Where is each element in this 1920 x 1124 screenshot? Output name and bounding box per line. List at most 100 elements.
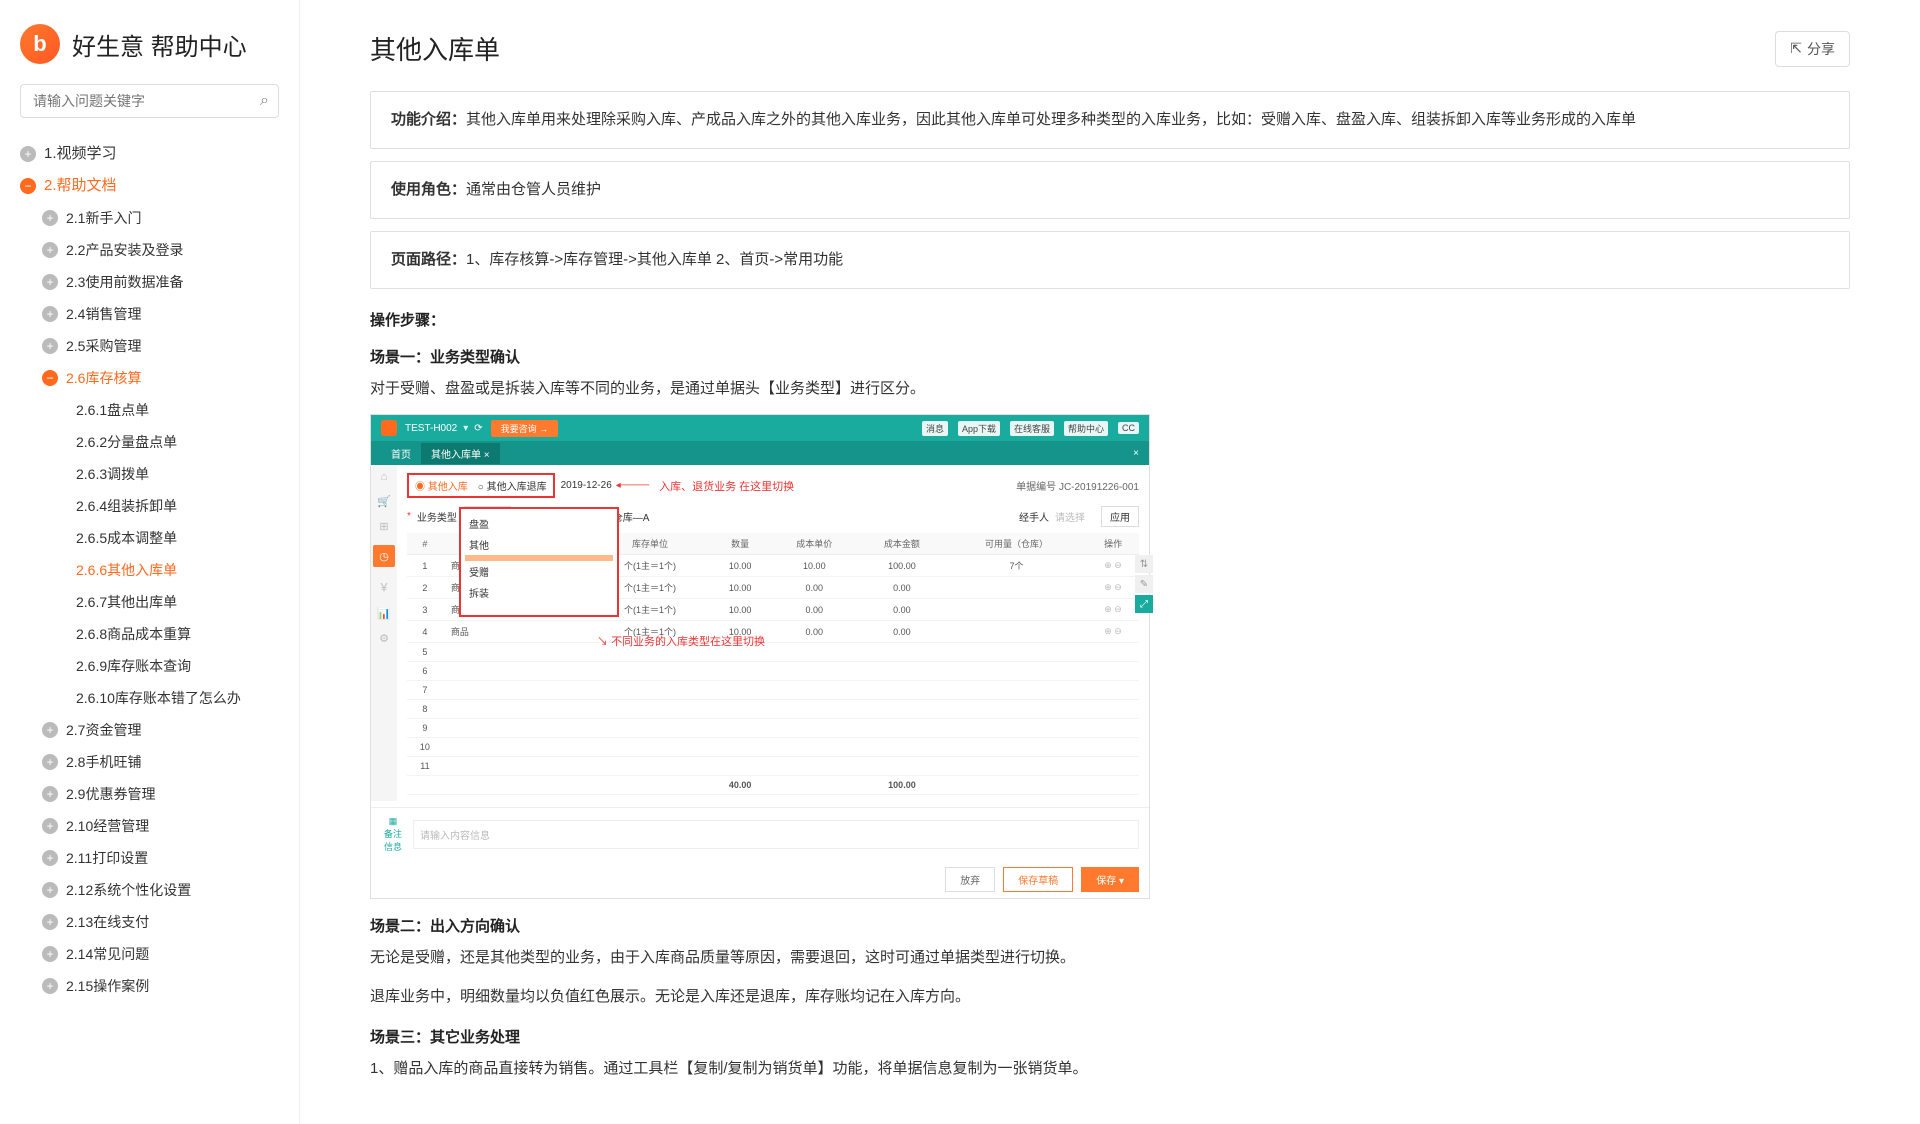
plus-icon: + bbox=[42, 210, 58, 226]
nav-item[interactable]: +2.13在线支付 bbox=[20, 906, 279, 938]
ss-consult-button: 我要咨询 → bbox=[491, 420, 559, 437]
intro-text: 其他入库单用来处理除采购入库、产成品入库之外的其他入库业务，因此其他入库单可处理… bbox=[466, 111, 1636, 128]
nav-item[interactable]: +2.5采购管理 bbox=[20, 330, 279, 362]
logo-icon: b bbox=[20, 24, 60, 64]
ss-person-value: 请选择 bbox=[1055, 509, 1085, 524]
main-content: 其他入库单 ⇱ 分享 功能介绍：其他入库单用来处理除采购入库、产成品入库之外的其… bbox=[300, 0, 1920, 1124]
nav-item[interactable]: +1.视频学习 bbox=[20, 138, 279, 170]
nav-item[interactable]: 2.6.4组装拆卸单 bbox=[20, 490, 279, 522]
nav-item[interactable]: +2.14常见问题 bbox=[20, 938, 279, 970]
nav-label: 2.6.7其他出库单 bbox=[76, 586, 177, 618]
ss-draft-button: 保存草稿 bbox=[1003, 867, 1073, 892]
plus-icon: + bbox=[42, 946, 58, 962]
home-icon: ⌂ bbox=[381, 471, 388, 483]
plus-icon: + bbox=[42, 274, 58, 290]
ss-support: 在线客服 bbox=[1010, 421, 1054, 436]
nav-item[interactable]: −2.6库存核算 bbox=[20, 362, 279, 394]
scene1-title: 场景一：业务类型确认 bbox=[370, 346, 1850, 367]
ss-filter-label: 业务类型 bbox=[417, 509, 457, 524]
nav-item[interactable]: 2.6.9库存账本查询 bbox=[20, 650, 279, 682]
search-box: ⌕ bbox=[20, 84, 279, 118]
ss-note2: 不同业务的入库类型在这里切换 bbox=[611, 636, 765, 648]
ss-left-nav: ⌂ 🛒 ⊞ ◷ ￥ 📊 ⚙ bbox=[371, 465, 397, 801]
steps-label: 操作步骤： bbox=[370, 309, 1850, 330]
nav-item[interactable]: +2.8手机旺铺 bbox=[20, 746, 279, 778]
nav-item[interactable]: 2.6.6其他入库单 bbox=[20, 554, 279, 586]
brand-text: 好生意 帮助中心 bbox=[72, 27, 247, 62]
nav-item[interactable]: +2.10经营管理 bbox=[20, 810, 279, 842]
nav-item[interactable]: 2.6.1盘点单 bbox=[20, 394, 279, 426]
intro-box: 功能介绍：其他入库单用来处理除采购入库、产成品入库之外的其他入库业务，因此其他入… bbox=[370, 91, 1850, 149]
nav-item[interactable]: +2.7资金管理 bbox=[20, 714, 279, 746]
nav-item[interactable]: +2.1新手入门 bbox=[20, 202, 279, 234]
minus-icon: − bbox=[42, 370, 58, 386]
nav-item[interactable]: +2.4销售管理 bbox=[20, 298, 279, 330]
dd-opt-4: 拆装 bbox=[465, 582, 613, 603]
refresh-icon: ⟳ bbox=[474, 423, 482, 434]
nav-label: 2.6.8商品成本重算 bbox=[76, 618, 191, 650]
nav-item[interactable]: 2.6.3调拨单 bbox=[20, 458, 279, 490]
path-label: 页面路径： bbox=[391, 251, 466, 268]
dd-opt-1: 其他 bbox=[465, 534, 613, 555]
nav-tree: +1.视频学习−2.帮助文档+2.1新手入门+2.2产品安装及登录+2.3使用前… bbox=[20, 138, 279, 1002]
nav-label: 2.15操作案例 bbox=[66, 970, 149, 1002]
nav-label: 2.6.2分量盘点单 bbox=[76, 426, 177, 458]
radio-in-icon: ◉ 其他入库 bbox=[415, 478, 468, 493]
ss-user: CC bbox=[1118, 422, 1139, 434]
ss-help: 帮助中心 bbox=[1064, 421, 1108, 436]
close-icon: × bbox=[1133, 448, 1139, 459]
chart-icon: 📊 bbox=[377, 607, 391, 620]
dropdown-icon: ▾ bbox=[463, 423, 468, 434]
plus-icon: + bbox=[42, 978, 58, 994]
role-text: 通常由仓管人员维护 bbox=[466, 181, 601, 198]
scene3-text: 1、赠品入库的商品直接转为销售。通过工具栏【复制/复制为销货单】功能，将单据信息… bbox=[370, 1055, 1850, 1082]
search-icon[interactable]: ⌕ bbox=[260, 92, 269, 110]
ss-msg: 消息 bbox=[922, 421, 948, 436]
money-icon: ￥ bbox=[379, 579, 390, 595]
nav-item[interactable]: 2.6.7其他出库单 bbox=[20, 586, 279, 618]
nav-label: 2.4销售管理 bbox=[66, 298, 141, 330]
intro-label: 功能介绍： bbox=[391, 111, 466, 128]
ss-app: App下载 bbox=[958, 421, 1000, 436]
nav-item[interactable]: −2.帮助文档 bbox=[20, 170, 279, 202]
nav-label: 2.6.9库存账本查询 bbox=[76, 650, 191, 682]
path-text: 1、库存核算->库存管理->其他入库单 2、首页->常用功能 bbox=[466, 251, 843, 268]
plus-icon: + bbox=[42, 722, 58, 738]
nav-item[interactable]: +2.9优惠券管理 bbox=[20, 778, 279, 810]
nav-item[interactable]: +2.3使用前数据准备 bbox=[20, 266, 279, 298]
nav-item[interactable]: 2.6.8商品成本重算 bbox=[20, 618, 279, 650]
scene1-text: 对于受赠、盘盈或是拆装入库等不同的业务，是通过单据头【业务类型】进行区分。 bbox=[370, 375, 1850, 402]
nav-label: 2.6.6其他入库单 bbox=[76, 554, 177, 586]
share-button[interactable]: ⇱ 分享 bbox=[1775, 31, 1850, 67]
ss-date: 2019-12-26 bbox=[561, 480, 612, 491]
dd-opt-3: 受赠 bbox=[465, 561, 613, 582]
radio-return-icon: ○ 其他入库退库 bbox=[478, 478, 547, 493]
ss-apply-button: 应用 bbox=[1101, 506, 1139, 527]
nav-label: 2.9优惠券管理 bbox=[66, 778, 155, 810]
nav-label: 2.5采购管理 bbox=[66, 330, 141, 362]
nav-item[interactable]: +2.2产品安装及登录 bbox=[20, 234, 279, 266]
path-box: 页面路径：1、库存核算->库存管理->其他入库单 2、首页->常用功能 bbox=[370, 231, 1850, 289]
ss-tab-home: 首页 bbox=[381, 443, 421, 464]
plus-icon: + bbox=[42, 850, 58, 866]
nav-label: 2.6.10库存账本错了怎么办 bbox=[76, 682, 241, 714]
nav-label: 2.12系统个性化设置 bbox=[66, 874, 191, 906]
nav-label: 2.10经营管理 bbox=[66, 810, 149, 842]
ss-cancel-button: 放弃 bbox=[945, 867, 995, 892]
ss-total-amt: 100.00 bbox=[858, 776, 946, 795]
nav-item[interactable]: +2.11打印设置 bbox=[20, 842, 279, 874]
plus-icon: + bbox=[42, 882, 58, 898]
ss-dropdown: 盘盈 其他 受赠 拆装 bbox=[459, 507, 619, 617]
scene3-title: 场景三：其它业务处理 bbox=[370, 1026, 1850, 1047]
plus-icon: + bbox=[42, 818, 58, 834]
nav-item[interactable]: 2.6.10库存账本错了怎么办 bbox=[20, 682, 279, 714]
nav-item[interactable]: +2.15操作案例 bbox=[20, 970, 279, 1002]
nav-item[interactable]: 2.6.2分量盘点单 bbox=[20, 426, 279, 458]
nav-label: 2.3使用前数据准备 bbox=[66, 266, 183, 298]
screenshot-scene1: TEST-H002 ▾ ⟳ 我要咨询 → 消息 App下载 在线客服 帮助中心 … bbox=[370, 414, 1150, 899]
ss-total-qty: 40.00 bbox=[710, 776, 771, 795]
nav-item[interactable]: 2.6.5成本调整单 bbox=[20, 522, 279, 554]
nav-item[interactable]: +2.12系统个性化设置 bbox=[20, 874, 279, 906]
search-input[interactable] bbox=[20, 84, 279, 118]
scene2-text2: 退库业务中，明细数量均以负值红色展示。无论是入库还是退库，库存账均记在入库方向。 bbox=[370, 983, 1850, 1010]
